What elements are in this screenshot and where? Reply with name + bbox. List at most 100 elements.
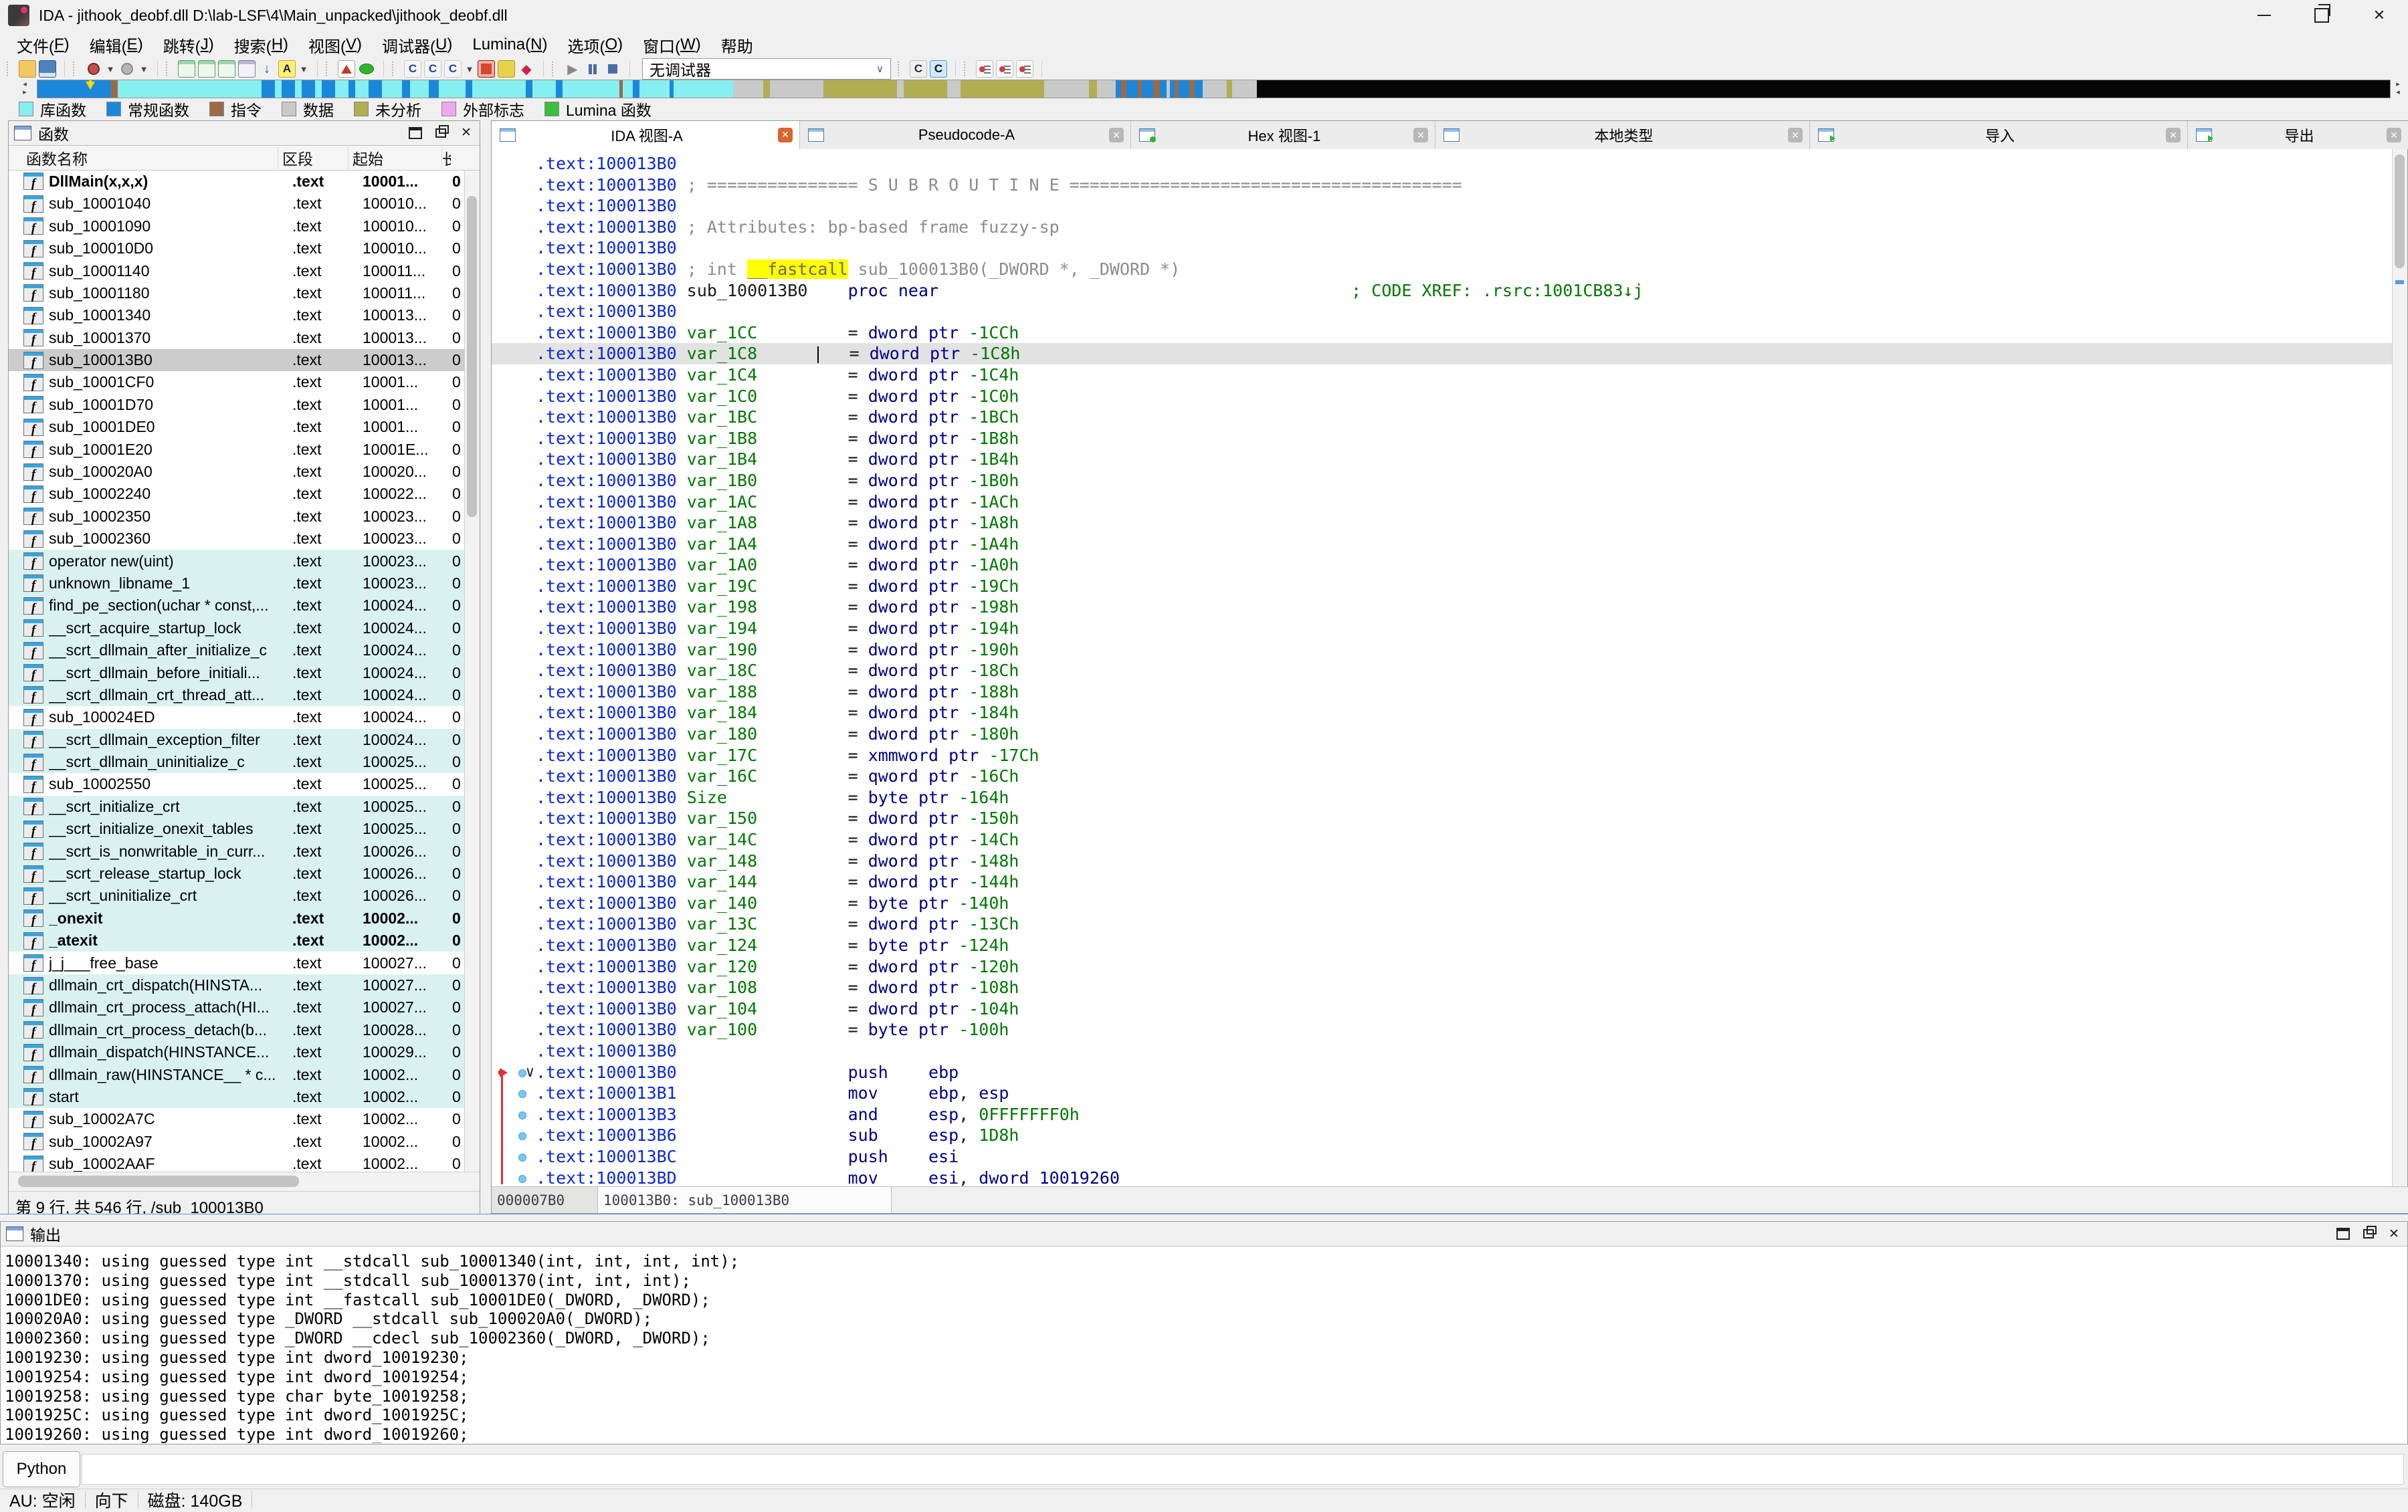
function-list-header[interactable]: 函数名称 区段 起始 长 — [9, 145, 480, 171]
table-row[interactable]: f sub_10001E20 .text 10001E... 0 — [9, 438, 480, 461]
tab-ida-view-a[interactable]: IDA 视图-A ✕ — [492, 121, 800, 149]
disassembly-line[interactable]: .text:100013B0 var_18C = dword ptr -18Ch — [492, 660, 2393, 681]
band-left-arrows[interactable]: ◂ ▸ — [17, 79, 32, 98]
output-panel-titlebar[interactable]: 输出 ✕ — [1, 1222, 2407, 1247]
disabled-breakpoint-icon[interactable] — [1016, 60, 1033, 78]
table-row[interactable]: f sub_10002350 .text 100023... 0 — [9, 505, 480, 528]
disassembly-line[interactable]: .text:100013B0 var_104 = dword ptr -104h — [492, 998, 2393, 1020]
menu-item-搜索[interactable]: 搜索(H) — [224, 32, 298, 58]
table-row[interactable]: f sub_100020A0 .text 100020... 0 — [9, 460, 480, 483]
output-float-button[interactable] — [2361, 1226, 2377, 1241]
table-row[interactable]: f __scrt_dllmain_before_initiali... .text 1… — [9, 661, 480, 684]
vscroll-thumb[interactable] — [467, 195, 477, 517]
table-row[interactable]: f sub_10001DE0 .text 10001... 0 — [9, 416, 480, 439]
disassembly-line[interactable]: .text:100013B0 var_19C = dword ptr -19Ch — [492, 576, 2393, 597]
tab-close-icon[interactable]: ✕ — [1413, 128, 1428, 142]
disassembly-line[interactable]: .text:100013B0 var_150 = dword ptr -150h — [492, 808, 2393, 829]
tab-pseudocode-a[interactable]: Pseudocode-A ✕ — [800, 121, 1131, 149]
minimize-button[interactable] — [2235, 0, 2293, 31]
table-row[interactable]: f dllmain_crt_process_attach(HI... .text 10… — [9, 996, 480, 1019]
tab-close-icon[interactable]: ✕ — [1788, 128, 1803, 142]
produce-map-icon[interactable]: C — [424, 60, 441, 78]
disassembly-line[interactable]: .text:100013BC push esi — [492, 1146, 2393, 1168]
menu-item-选项[interactable]: 选项(O) — [557, 32, 633, 58]
output-close-button[interactable]: ✕ — [2386, 1226, 2402, 1241]
disassembly-line[interactable]: .text:100013B0 var_188 = dword ptr -188h — [492, 681, 2393, 703]
function-list-hscrollbar[interactable] — [9, 1172, 480, 1192]
disassembly-line[interactable]: .text:100013B0 sub_100013B0 proc near ; … — [492, 280, 2393, 302]
disassembly-line[interactable]: .text:100013B0 var_108 = dword ptr -108h — [492, 977, 2393, 998]
table-row[interactable]: f sub_10002A97 .text 10002... 0 — [9, 1130, 480, 1153]
stop-process-icon[interactable] — [604, 60, 621, 78]
disassembly-line[interactable]: .text:100013B0 var_144 = dword ptr -144h — [492, 871, 2393, 893]
table-row[interactable]: f sub_10001040 .text 100010... 0 — [9, 193, 480, 215]
python-console-tab[interactable]: Python — [3, 1451, 80, 1487]
disassembly-line[interactable]: .text:100013B0 — [492, 237, 2393, 259]
disassembly-line[interactable]: .text:100013B0 var_14C = dword ptr -14Ch — [492, 829, 2393, 851]
table-row[interactable]: f __scrt_dllmain_crt_thread_att... .text 10… — [9, 683, 480, 707]
disassembly-line[interactable]: .text:100013B0 ; int __fastcall sub_1000… — [492, 259, 2393, 280]
disassembly-line[interactable]: .text:100013B0 var_1CC = dword ptr -1CCh — [492, 322, 2393, 344]
disassembly-vscrollbar[interactable] — [2392, 149, 2407, 1188]
enums-window-icon[interactable] — [198, 60, 215, 78]
table-row[interactable]: f __scrt_dllmain_after_initialize_c .text 1… — [9, 639, 480, 662]
functions-float-button[interactable] — [433, 124, 449, 140]
tab-hex-view-1[interactable]: Hex 视图-1 ✕ — [1131, 121, 1435, 149]
disassembly-line[interactable]: .text:100013BD mov esi, dword_10019260 — [492, 1168, 2393, 1189]
disassembly-vscroll-thumb[interactable] — [2395, 154, 2405, 268]
table-row[interactable]: f sub_10002240 .text 100022... 0 — [9, 483, 480, 506]
menu-item-帮助[interactable]: 帮助 — [711, 32, 763, 58]
compile-file-icon[interactable]: C — [404, 60, 421, 78]
disassembly-view[interactable]: .text:100013B0 .text:100013B0 ; =========… — [492, 149, 2407, 1188]
menu-item-编辑[interactable]: 编辑(E) — [80, 32, 153, 58]
table-row[interactable]: f __scrt_initialize_onexit_tables .text 100… — [9, 818, 480, 841]
quick-c-icon[interactable]: C — [910, 60, 927, 78]
column-header-length[interactable]: 长 — [441, 146, 451, 169]
table-row[interactable]: f sub_10001D70 .text 10001... 0 — [9, 393, 480, 417]
table-row[interactable]: f __scrt_dllmain_exception_filter .text 100… — [9, 728, 480, 751]
disassembly-line[interactable]: .text:100013B0 var_1BC = dword ptr -1BCh — [492, 407, 2393, 428]
pause-process-icon[interactable] — [584, 60, 601, 78]
function-list-vscrollbar[interactable] — [464, 170, 480, 1172]
lumina-icon[interactable] — [358, 60, 375, 78]
table-row[interactable]: f unknown_libname_1 .text 100023... 0 — [9, 572, 480, 595]
disassembly-line[interactable]: .text:100013B0 var_1C0 = dword ptr -1C0h — [492, 386, 2393, 407]
breakpoint-list-icon[interactable] — [976, 60, 993, 78]
structures-window-icon[interactable] — [178, 60, 195, 78]
produce-c-active-icon[interactable]: C — [930, 60, 947, 78]
disassembly-line[interactable]: .text:100013B0 — [492, 301, 2393, 322]
table-row[interactable]: f sub_10001370 .text 100013... 0 — [9, 326, 480, 349]
start-process-icon[interactable]: ▶ — [564, 60, 581, 78]
disassembly-line[interactable]: .text:100013B0 var_100 = byte ptr -100h — [492, 1019, 2393, 1041]
disassembly-line[interactable]: .text:100013B0 var_124 = byte ptr -124h — [492, 935, 2393, 956]
disassembly-line[interactable]: .text:100013B0 ; Attributes: bp-based fr… — [492, 217, 2393, 238]
disassembly-line[interactable]: .text:100013B0 var_13C = dword ptr -13Ch — [492, 913, 2393, 935]
disassembly-line[interactable]: .text:100013B0 ; =============== S U B R… — [492, 175, 2393, 196]
tab-imports[interactable]: 导入 ✕ — [1810, 121, 2188, 149]
tab-close-icon[interactable]: ✕ — [778, 127, 793, 142]
tab-close-icon[interactable]: ✕ — [2387, 128, 2401, 142]
disassembly-line[interactable]: .text:100013B1 mov ebp, esp — [492, 1083, 2393, 1104]
table-row[interactable]: f sub_10002AAF .text 10002... 0 — [9, 1152, 480, 1172]
disassembly-line[interactable]: .text:100013B0 var_120 = dword ptr -120h — [492, 956, 2393, 978]
column-header-start[interactable]: 起始 — [348, 146, 441, 169]
disassembly-line[interactable]: .text:100013B0 var_1AC = dword ptr -1ACh — [492, 492, 2393, 513]
disassembly-line[interactable]: .text:100013B0 — [492, 195, 2393, 217]
strings-window-icon[interactable] — [218, 60, 235, 78]
collapse-icon[interactable]: ∨ — [526, 1062, 534, 1083]
column-header-segment[interactable]: 区段 — [278, 146, 348, 169]
table-row[interactable]: f sub_100024ED .text 100024... 0 — [9, 706, 480, 729]
disassembly-line[interactable]: .text:100013B0 var_1C4 = dword ptr -1C4h — [492, 364, 2393, 386]
close-button[interactable]: ✕ — [2350, 0, 2408, 31]
table-row[interactable]: f dllmain_crt_dispatch(HINSTA... .text 1000… — [9, 974, 480, 997]
disassembly-line[interactable]: .text:100013B0 var_1A4 = dword ptr -1A4h — [492, 534, 2393, 555]
jump-forward-icon[interactable] — [118, 60, 136, 78]
table-row[interactable]: f dllmain_raw(HINSTANCE__ * c... .text 1000… — [9, 1063, 480, 1086]
jump-back-dropdown-icon[interactable]: ▼ — [105, 60, 116, 78]
disassembly-line[interactable]: .text:100013B0 var_140 = byte ptr -140h — [492, 893, 2393, 914]
table-row[interactable]: f start .text 10002... 0 — [9, 1085, 480, 1109]
hscroll-thumb[interactable] — [18, 1176, 299, 1188]
disassembly-line[interactable]: .text:100013B0 var_190 = dword ptr -190h — [492, 639, 2393, 661]
menu-item-调试器[interactable]: 调试器(U) — [372, 32, 462, 58]
disassembly-line[interactable]: .text:100013B3 and esp, 0FFFFFFF0h — [492, 1104, 2393, 1125]
